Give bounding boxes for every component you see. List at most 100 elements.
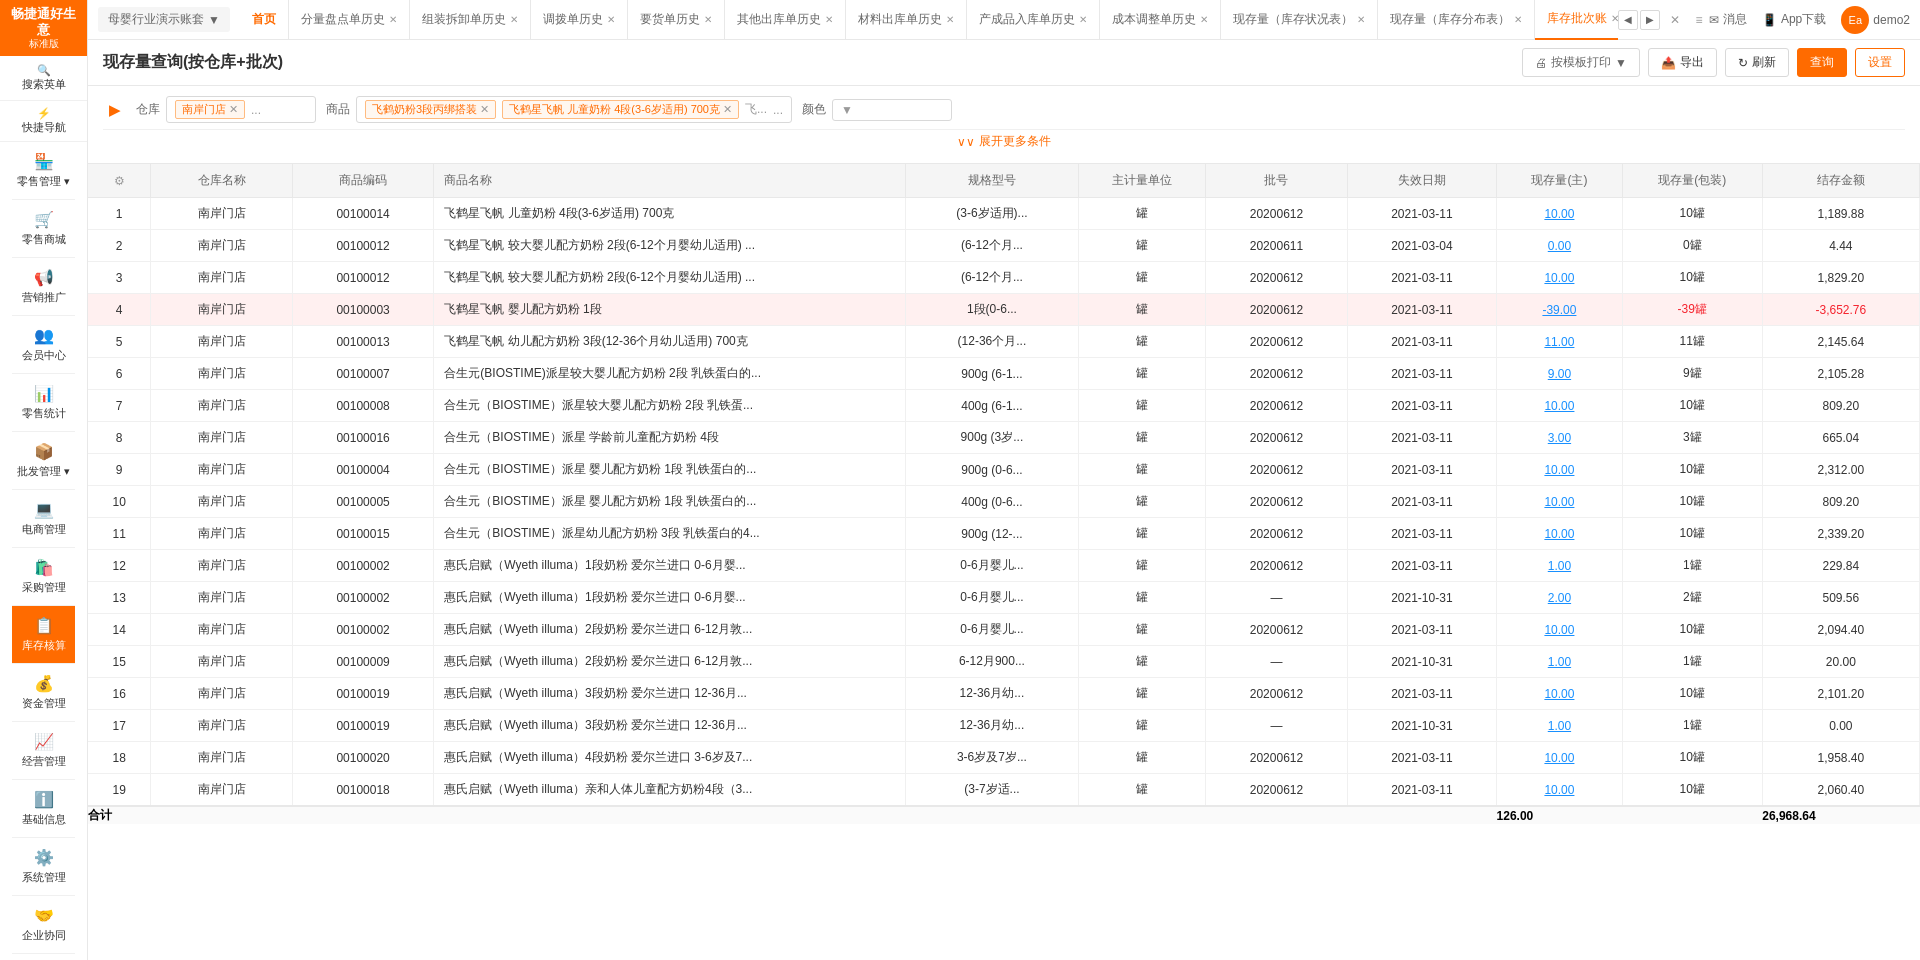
tab-disassemble[interactable]: 组装拆卸单历史✕ (410, 0, 531, 40)
app-download-button[interactable]: 📱 App下载 (1762, 11, 1826, 28)
tab-picking[interactable]: 调拨单历史✕ (531, 0, 628, 40)
tab-current-dist[interactable]: 现存量（库存分布表） ✕ (1378, 0, 1535, 40)
tab-product-in[interactable]: 产成品入库单历史✕ (967, 0, 1100, 40)
cell-expire-16: 2021-10-31 (1347, 710, 1496, 742)
tab-close-split-inventory[interactable]: ✕ (389, 14, 397, 25)
sidebar-item-basic[interactable]: ℹ️基础信息 (12, 780, 75, 838)
tab-cost-adjust[interactable]: 成本调整单历史✕ (1100, 0, 1221, 40)
cell-unit-0: 罐 (1078, 198, 1205, 230)
sidebar-item-wholesale[interactable]: 📦批发管理 ▾ (12, 432, 75, 490)
basic-icon: ℹ️ (34, 790, 54, 809)
tab-close-material-out[interactable]: ✕ (946, 14, 954, 25)
cell-spec-4: (12-36个月... (905, 326, 1078, 358)
sidebar-item-quicknav[interactable]: ⚡ 快捷导航 (0, 101, 87, 142)
template-print-button[interactable]: 🖨 按模板打印 ▼ (1522, 48, 1640, 77)
color-dropdown[interactable]: ▼ (841, 103, 853, 117)
export-button[interactable]: 📤 导出 (1648, 48, 1717, 77)
cell-unit-8: 罐 (1078, 454, 1205, 486)
cell-code-18: 00100018 (292, 774, 433, 807)
tab-material-out[interactable]: 材料出库单历史✕ (846, 0, 967, 40)
goods-tag-0[interactable]: 飞鹤奶粉3段丙绑搭装 ✕ (365, 100, 496, 119)
goods-tag-text-1: 飞鹤星飞帆 儿童奶粉 4段(3-6岁适用) 700克 (509, 102, 720, 117)
tab-close-product-in[interactable]: ✕ (1079, 14, 1087, 25)
tab-split-inventory[interactable]: 分量盘点单历史✕ (289, 0, 410, 40)
table-row: 5 南岸门店 00100013 飞鹤星飞帆 幼儿配方奶粉 3段(12-36个月幼… (88, 326, 1920, 358)
tab-prev-button[interactable]: ◀ (1618, 10, 1638, 30)
warehouse-tag-container[interactable]: 南岸门店 ✕ ... (166, 96, 316, 123)
tab-close-current-warehouse[interactable]: ✕ (1357, 14, 1365, 25)
goods-more[interactable]: 飞... (745, 101, 767, 118)
cell-unit-10: 罐 (1078, 518, 1205, 550)
cell-amount-0: 1,189.88 (1762, 198, 1919, 230)
tab-label-current-dist: 现存量（库存分布表） (1390, 11, 1510, 28)
tab-close-disassemble[interactable]: ✕ (510, 14, 518, 25)
retail-shop-icon: 🛒 (34, 210, 54, 229)
tab-home[interactable]: 首页 (240, 0, 289, 40)
tab-next-button[interactable]: ▶ (1640, 10, 1660, 30)
warehouse-more[interactable]: ... (251, 103, 261, 117)
tab-batch[interactable]: 库存批次账✕ (1535, 0, 1618, 40)
cell-amount-1: 4.44 (1762, 230, 1919, 262)
sidebar-item-guide[interactable]: 📖新手引导 (12, 954, 75, 960)
user-profile[interactable]: Ea demo2 (1841, 6, 1910, 34)
color-tag-container[interactable]: ▼ (832, 99, 952, 121)
goods-tag-remove-0[interactable]: ✕ (480, 103, 489, 116)
cell-expire-9: 2021-03-11 (1347, 486, 1496, 518)
column-settings-icon[interactable]: ⚙ (114, 174, 125, 188)
filter-collapse-button[interactable]: ▶ (103, 98, 126, 122)
cell-expire-6: 2021-03-11 (1347, 390, 1496, 422)
sidebar-item-enterprise[interactable]: 🤝企业协同 (12, 896, 75, 954)
sidebar-item-retail-stats[interactable]: 📊零售统计 (12, 374, 75, 432)
refresh-button[interactable]: ↻ 刷新 (1725, 48, 1789, 77)
tab-current-warehouse[interactable]: 现存量（库存状况表）✕ (1221, 0, 1378, 40)
sidebar-item-retail[interactable]: 🏪零售管理 ▾ (12, 142, 75, 200)
tab-menu-button[interactable]: ≡ (1689, 10, 1709, 30)
goods-tag-1[interactable]: 飞鹤星飞帆 儿童奶粉 4段(3-6岁适用) 700克 ✕ (502, 100, 739, 119)
settings-button[interactable]: 设置 (1855, 48, 1905, 77)
table-row: 2 南岸门店 00100012 飞鹤星飞帆 较大婴儿配方奶粉 2段(6-12个月… (88, 230, 1920, 262)
sidebar-item-marketing[interactable]: 📢营销推广 (12, 258, 75, 316)
warehouse-tag-remove[interactable]: ✕ (229, 103, 238, 116)
sidebar-item-inventory[interactable]: 📋库存核算 (12, 606, 75, 664)
sidebar-item-retail-shop[interactable]: 🛒零售商城 (12, 200, 75, 258)
cell-pkg-14: 1罐 (1622, 646, 1762, 678)
cell-batch-12: — (1206, 582, 1347, 614)
sidebar-item-system[interactable]: ⚙️系统管理 (12, 838, 75, 896)
tab-close-batch[interactable]: ✕ (1611, 13, 1618, 24)
cell-idx-17: 18 (88, 742, 151, 774)
tab-other-out[interactable]: 其他出库单历史✕ (725, 0, 846, 40)
sidebar-item-member[interactable]: 👥会员中心 (12, 316, 75, 374)
tab-close-current-dist[interactable]: ✕ (1514, 14, 1522, 25)
goods-tag-remove-1[interactable]: ✕ (723, 103, 732, 116)
cell-warehouse-10: 南岸门店 (151, 518, 292, 550)
sidebar-item-operations[interactable]: 📈经营管理 (12, 722, 75, 780)
search-icon: 🔍 (5, 64, 82, 77)
query-button[interactable]: 查询 (1797, 48, 1847, 77)
goods-tag-container[interactable]: 飞鹤奶粉3段丙绑搭装 ✕ 飞鹤星飞帆 儿童奶粉 4段(3-6岁适用) 700克 … (356, 96, 792, 123)
sidebar-item-search[interactable]: 🔍 搜索英单 (0, 56, 87, 101)
tab-close-other-out[interactable]: ✕ (825, 14, 833, 25)
cell-idx-7: 8 (88, 422, 151, 454)
expand-more-button[interactable]: ∨∨ 展开更多条件 (103, 129, 1905, 153)
cell-stock-10: 10.00 (1497, 518, 1623, 550)
tab-close-button[interactable]: ✕ (1665, 10, 1685, 30)
cell-pkg-1: 0罐 (1622, 230, 1762, 262)
cell-code-9: 00100005 (292, 486, 433, 518)
tab-requisition[interactable]: 要货单历史✕ (628, 0, 725, 40)
tab-close-cost-adjust[interactable]: ✕ (1200, 14, 1208, 25)
sidebar-item-purchase[interactable]: 🛍️采购管理 (12, 548, 75, 606)
sidebar-item-ecommerce[interactable]: 💻电商管理 (12, 490, 75, 548)
account-selector[interactable]: 母婴行业演示账套 ▼ (98, 7, 230, 32)
cell-code-11: 00100002 (292, 550, 433, 582)
tab-close-requisition[interactable]: ✕ (704, 14, 712, 25)
tab-close-picking[interactable]: ✕ (607, 14, 615, 25)
cell-warehouse-13: 南岸门店 (151, 614, 292, 646)
th-settings[interactable]: ⚙ (88, 164, 151, 198)
cell-name-1: 飞鹤星飞帆 较大婴儿配方奶粉 2段(6-12个月婴幼儿适用) ... (434, 230, 906, 262)
cell-unit-6: 罐 (1078, 390, 1205, 422)
message-button[interactable]: ✉ 消息 (1709, 11, 1747, 28)
sidebar-item-finance[interactable]: 💰资金管理 (12, 664, 75, 722)
cell-name-18: 惠氏启赋（Wyeth illuma）亲和人体儿童配方奶粉4段（3... (434, 774, 906, 807)
inventory-table: ⚙ 仓库名称 商品编码 商品名称 规格型号 主计量单位 批号 失效日期 现存量(… (88, 164, 1920, 824)
warehouse-tag-0[interactable]: 南岸门店 ✕ (175, 100, 245, 119)
